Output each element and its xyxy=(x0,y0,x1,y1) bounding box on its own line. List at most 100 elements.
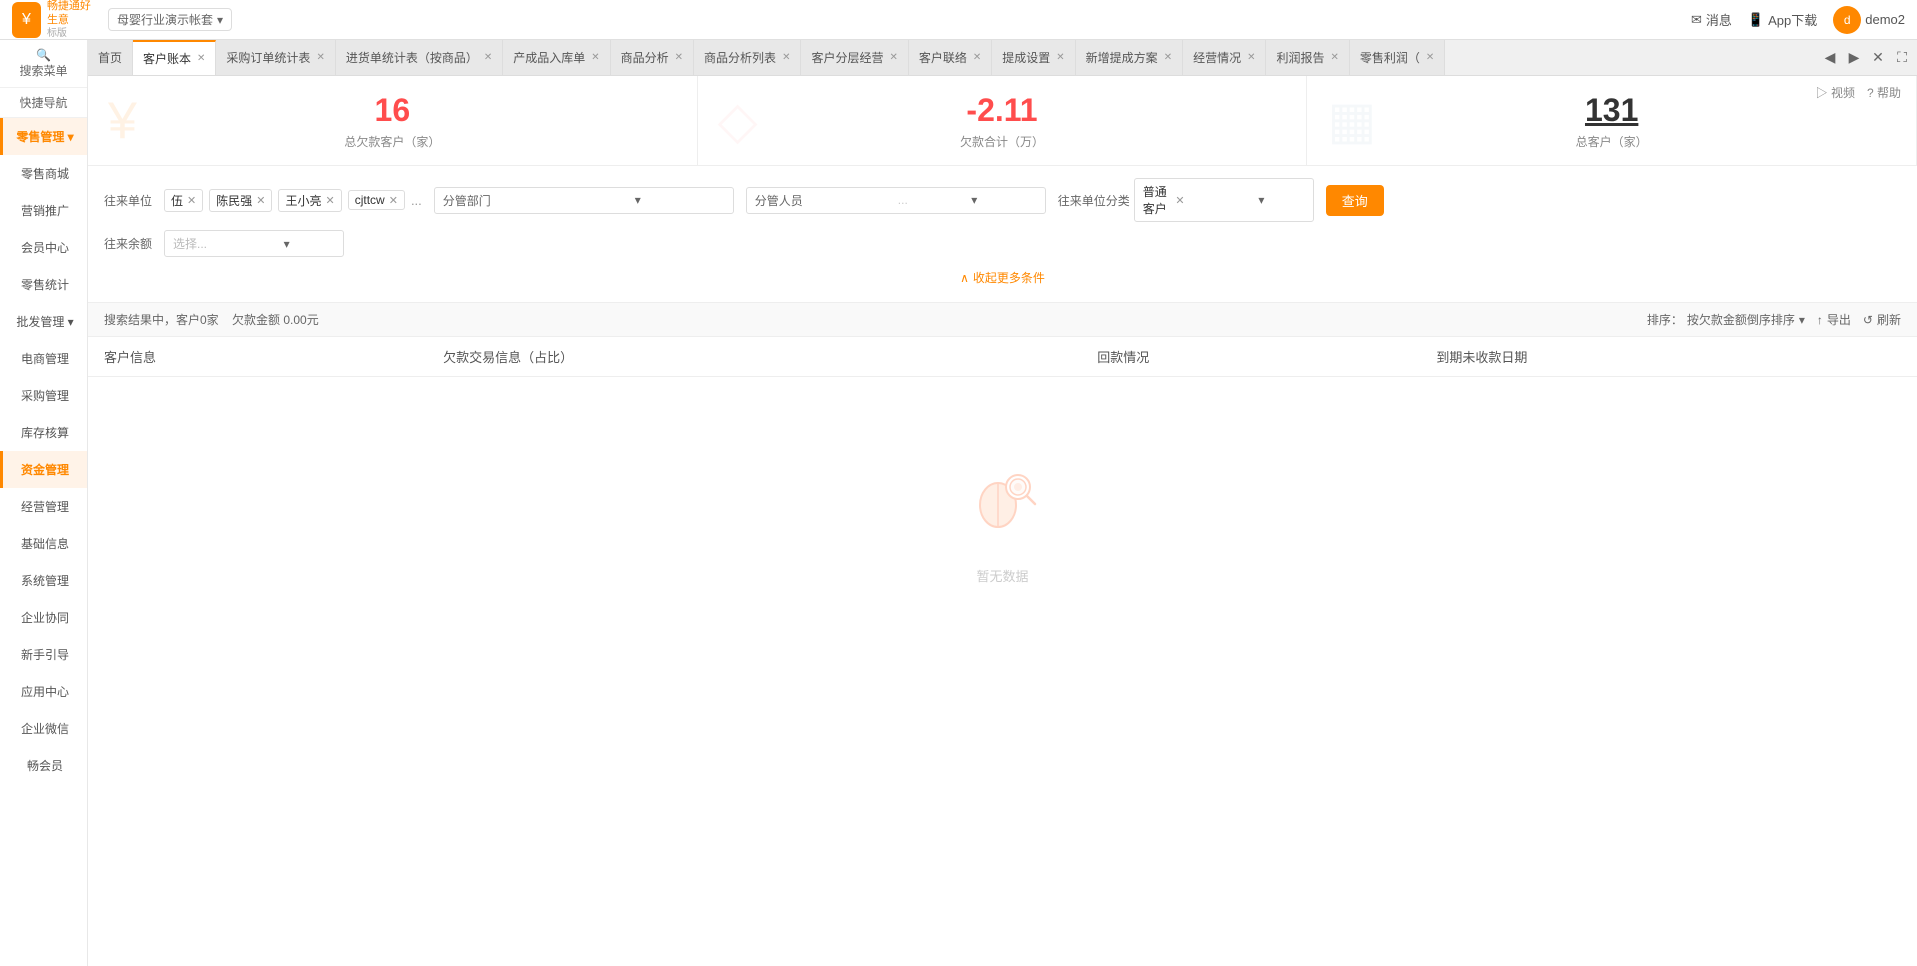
sidebar-item-retail-stats[interactable]: 零售统计 xyxy=(0,266,87,303)
tab-close-product-analysis[interactable]: ✕ xyxy=(675,52,683,63)
tab-close-stock-stats[interactable]: ✕ xyxy=(484,52,492,63)
tab-scroll-left[interactable]: ◀ xyxy=(1819,47,1841,69)
remove-normal-customer[interactable]: ✕ xyxy=(1175,194,1204,207)
sidebar-item-enterprise-coop[interactable]: 企业协同 xyxy=(0,599,87,636)
video-icon: ▷ xyxy=(1816,86,1828,100)
remove-tag-chen[interactable]: ✕ xyxy=(256,194,265,207)
filter-tag-chen[interactable]: 陈民强 ✕ xyxy=(209,189,272,212)
col-collection: 回款情况 xyxy=(1081,337,1420,377)
sidebar: 🔍 搜索菜单 快捷导航 零售管理 ▾ 零售商城 营销推广 会员中心 零售统计 批… xyxy=(0,40,88,966)
results-summary: 搜索结果中，客户0家 欠款金额 0.00元 xyxy=(104,311,319,328)
sidebar-item-inventory[interactable]: 库存核算 xyxy=(0,414,87,451)
col-due-date: 到期未收款日期 xyxy=(1420,337,1917,377)
sidebar-item-retail-mgmt[interactable]: 零售管理 ▾ xyxy=(0,118,87,155)
tab-close-customer-segment[interactable]: ✕ xyxy=(889,52,897,63)
tab-close-promotion-settings[interactable]: ✕ xyxy=(1056,52,1064,63)
sidebar-search[interactable]: 🔍 搜索菜单 xyxy=(0,40,87,88)
sidebar-item-retail-mall[interactable]: 零售商城 xyxy=(0,155,87,192)
tab-scroll-right[interactable]: ▶ xyxy=(1843,47,1865,69)
sort-select[interactable]: 排序： 按欠款金额倒序排序 ▾ xyxy=(1647,311,1805,328)
help-link[interactable]: ? 帮助 xyxy=(1867,84,1901,101)
sidebar-item-sys-mgmt[interactable]: 系统管理 xyxy=(0,562,87,599)
tab-close-customer-book[interactable]: ✕ xyxy=(197,53,205,64)
tab-home[interactable]: 首页 xyxy=(88,40,133,76)
query-button[interactable]: 查询 xyxy=(1326,185,1384,216)
sidebar-item-capital-mgmt[interactable]: 资金管理 xyxy=(0,451,87,488)
tab-close-add-promotion-plan[interactable]: ✕ xyxy=(1164,52,1172,63)
sidebar-item-member-center[interactable]: 会员中心 xyxy=(0,229,87,266)
tab-product-analysis[interactable]: 商品分析 ✕ xyxy=(611,40,694,76)
filter-tag-wang[interactable]: 王小亮 ✕ xyxy=(278,189,341,212)
filter-more-tags[interactable]: ... xyxy=(411,193,422,208)
stat-bg-icon-building: ▦ xyxy=(1327,91,1376,151)
message-button[interactable]: ✉ 消息 xyxy=(1691,10,1732,29)
tab-close-all[interactable]: ✕ xyxy=(1867,47,1889,69)
tab-product-analysis-list[interactable]: 商品分析列表 ✕ xyxy=(694,40,801,76)
tab-profit-report[interactable]: 利润报告 ✕ xyxy=(1266,40,1349,76)
tab-close-production-instock[interactable]: ✕ xyxy=(591,52,599,63)
sidebar-item-new-guide[interactable]: 新手引导 xyxy=(0,636,87,673)
avatar: d xyxy=(1833,6,1861,34)
tab-close-customer-contact[interactable]: ✕ xyxy=(973,52,981,63)
logo-text: 畅捷通好生意 标版 xyxy=(47,0,100,40)
user-profile[interactable]: d demo2 xyxy=(1833,6,1905,34)
tab-production-instock[interactable]: 产成品入库单 ✕ xyxy=(503,40,610,76)
sidebar-item-app-center[interactable]: 应用中心 xyxy=(0,673,87,710)
tab-retail-profit[interactable]: 零售利润（ ✕ xyxy=(1350,40,1445,76)
balance-filter-select[interactable]: 选择... ▾ xyxy=(164,230,344,257)
content-area: 首页 客户账本 ✕ 采购订单统计表 ✕ 进货单统计表（按商品） ✕ 产成品入库单… xyxy=(88,40,1917,966)
tab-customer-book[interactable]: 客户账本 ✕ xyxy=(133,40,216,76)
video-link[interactable]: ▷ 视频 xyxy=(1816,84,1855,101)
help-links: ▷ 视频 ? 帮助 xyxy=(1816,84,1901,101)
tab-close-retail-profit[interactable]: ✕ xyxy=(1426,52,1434,63)
sidebar-item-wholesale-mgmt[interactable]: 批发管理 ▾ xyxy=(0,303,87,340)
sidebar-item-marketing[interactable]: 营销推广 xyxy=(0,192,87,229)
tab-ops-status[interactable]: 经营情况 ✕ xyxy=(1183,40,1266,76)
filter-tag-wu[interactable]: 伍 ✕ xyxy=(164,189,203,212)
top-bar-right: ✉ 消息 📱 App下载 d demo2 xyxy=(1691,6,1905,34)
total-customers-label: 总客户（家） xyxy=(1576,133,1648,150)
results-bar: 搜索结果中，客户0家 欠款金额 0.00元 排序： 按欠款金额倒序排序 ▾ ↑ … xyxy=(88,303,1917,337)
unit-category-filter: 往来单位分类 普通客户 ✕ ▾ xyxy=(1058,178,1314,222)
logo-area: ¥ 畅捷通好生意 标版 xyxy=(12,0,100,40)
tab-close-purchase-order-stats[interactable]: ✕ xyxy=(316,52,324,63)
tab-promotion-settings[interactable]: 提成设置 ✕ xyxy=(992,40,1075,76)
sidebar-item-basic-info[interactable]: 基础信息 xyxy=(0,525,87,562)
remove-tag-cjttcw[interactable]: ✕ xyxy=(389,194,398,207)
tab-purchase-order-stats[interactable]: 采购订单统计表 ✕ xyxy=(216,40,335,76)
col-credit-info: 欠款交易信息（占比） xyxy=(427,337,1081,377)
tab-close-ops-status[interactable]: ✕ xyxy=(1247,52,1255,63)
remove-tag-wu[interactable]: ✕ xyxy=(187,194,196,207)
chevron-down-icon-person: ▾ xyxy=(971,193,1037,207)
tab-customer-segment[interactable]: 客户分层经营 ✕ xyxy=(801,40,908,76)
tab-close-product-analysis-list[interactable]: ✕ xyxy=(782,52,790,63)
person-filter-select[interactable]: 分管人员 ... ▾ xyxy=(746,187,1046,214)
sidebar-quick-nav[interactable]: 快捷导航 xyxy=(0,88,87,118)
sidebar-item-purchase-mgmt[interactable]: 采购管理 xyxy=(0,377,87,414)
tab-close-profit-report[interactable]: ✕ xyxy=(1331,52,1339,63)
sidebar-item-vip-member[interactable]: 畅会员 xyxy=(0,747,87,784)
table-header: 客户信息 欠款交易信息（占比） 回款情况 到期未收款日期 xyxy=(88,337,1917,377)
sidebar-item-enterprise-wechat[interactable]: 企业微信 xyxy=(0,710,87,747)
dept-filter-select[interactable]: 分管部门 ▾ xyxy=(434,187,734,214)
logo-icon: ¥ xyxy=(12,2,41,38)
total-customers-number: 131 xyxy=(1585,92,1638,129)
filter-tag-cjttcw[interactable]: cjttcw ✕ xyxy=(348,190,405,210)
tab-customer-contact[interactable]: 客户联络 ✕ xyxy=(909,40,992,76)
refresh-button[interactable]: ↺ 刷新 xyxy=(1863,311,1901,328)
unit-category-select[interactable]: 普通客户 ✕ ▾ xyxy=(1134,178,1314,222)
chevron-down-icon-balance: ▾ xyxy=(284,237,335,251)
app-download-button[interactable]: 📱 App下载 xyxy=(1748,10,1817,29)
sidebar-item-ops-mgmt[interactable]: 经营管理 xyxy=(0,488,87,525)
tab-maximize[interactable]: ⛶ xyxy=(1891,47,1913,69)
results-actions: 排序： 按欠款金额倒序排序 ▾ ↑ 导出 ↺ 刷新 xyxy=(1647,311,1901,328)
account-selector[interactable]: 母婴行业演示帐套 ▾ xyxy=(108,8,232,31)
remove-tag-wang[interactable]: ✕ xyxy=(326,194,335,207)
sidebar-item-ecommerce-mgmt[interactable]: 电商管理 xyxy=(0,340,87,377)
top-bar: ¥ 畅捷通好生意 标版 母婴行业演示帐套 ▾ ✉ 消息 📱 App下载 d de… xyxy=(0,0,1917,40)
download-icon: 📱 xyxy=(1748,12,1764,28)
tab-stock-stats-product[interactable]: 进货单统计表（按商品） ✕ xyxy=(336,40,503,76)
export-button[interactable]: ↑ 导出 xyxy=(1817,311,1851,328)
collapse-filters-button[interactable]: ∧ 收起更多条件 xyxy=(104,265,1901,290)
tab-add-promotion-plan[interactable]: 新增提成方案 ✕ xyxy=(1076,40,1183,76)
